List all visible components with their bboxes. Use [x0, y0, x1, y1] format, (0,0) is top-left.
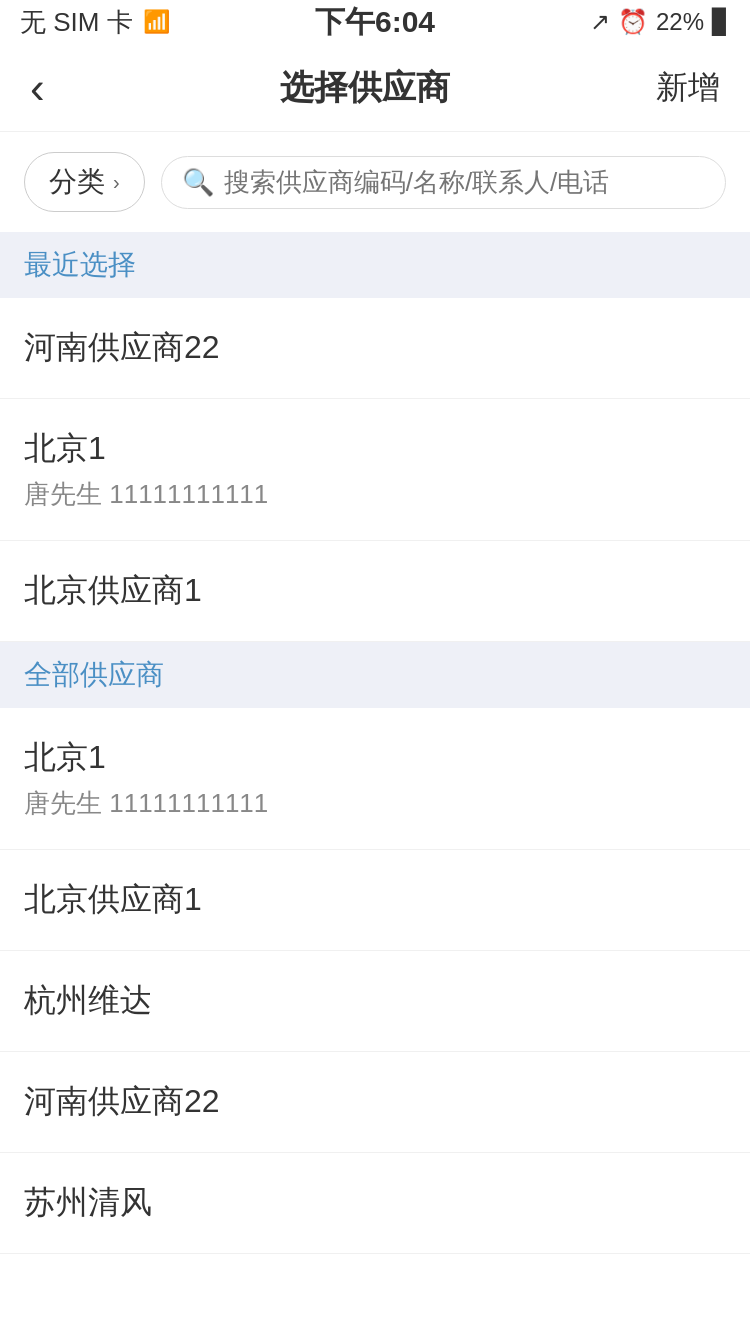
status-time: 下午6:04 [315, 2, 435, 43]
category-button[interactable]: 分类 › [24, 152, 145, 212]
add-button[interactable]: 新增 [640, 66, 720, 110]
filter-bar: 分类 › 🔍 [0, 132, 750, 232]
search-input[interactable] [224, 167, 705, 198]
recent-section-header: 最近选择 [0, 232, 750, 298]
status-left: 无 SIM 卡 📶 [20, 5, 170, 40]
chevron-right-icon: › [113, 171, 120, 194]
category-label: 分类 [49, 163, 105, 201]
list-item[interactable]: 北京供应商1 [0, 541, 750, 642]
item-name: 北京1 [24, 736, 726, 780]
item-name: 北京1 [24, 427, 726, 471]
item-name: 杭州维达 [24, 979, 726, 1023]
item-name: 苏州清风 [24, 1181, 726, 1225]
recent-list: 河南供应商22 北京1 唐先生 11111111111 北京供应商1 [0, 298, 750, 642]
list-item[interactable]: 河南供应商22 [0, 298, 750, 399]
all-section-header: 全部供应商 [0, 642, 750, 708]
list-item[interactable]: 苏州清风 [0, 1153, 750, 1254]
status-bar: 无 SIM 卡 📶 下午6:04 ↗ ⏰ 22% ▊ [0, 0, 750, 44]
location-icon: ↗ [590, 8, 610, 36]
alarm-icon: ⏰ [618, 8, 648, 36]
item-name: 河南供应商22 [24, 326, 726, 370]
back-button[interactable]: ‹ [30, 63, 90, 113]
search-icon: 🔍 [182, 167, 214, 198]
item-name: 河南供应商22 [24, 1080, 726, 1124]
status-right: ↗ ⏰ 22% ▊ [590, 8, 730, 36]
page-title: 选择供应商 [90, 65, 640, 111]
list-item[interactable]: 北京供应商1 [0, 850, 750, 951]
nav-bar: ‹ 选择供应商 新增 [0, 44, 750, 132]
all-list: 北京1 唐先生 11111111111 北京供应商1 杭州维达 河南供应商22 … [0, 708, 750, 1254]
battery-text: 22% [656, 8, 704, 36]
no-sim-text: 无 SIM 卡 [20, 5, 133, 40]
item-contact: 唐先生 11111111111 [24, 786, 726, 821]
wifi-icon: 📶 [143, 9, 170, 35]
item-name: 北京供应商1 [24, 569, 726, 613]
item-contact: 唐先生 11111111111 [24, 477, 726, 512]
list-item[interactable]: 北京1 唐先生 11111111111 [0, 708, 750, 850]
list-item[interactable]: 河南供应商22 [0, 1052, 750, 1153]
back-icon: ‹ [30, 63, 45, 113]
search-box[interactable]: 🔍 [161, 156, 726, 209]
list-item[interactable]: 北京1 唐先生 11111111111 [0, 399, 750, 541]
list-item[interactable]: 杭州维达 [0, 951, 750, 1052]
item-name: 北京供应商1 [24, 878, 726, 922]
battery-icon: ▊ [712, 8, 730, 36]
